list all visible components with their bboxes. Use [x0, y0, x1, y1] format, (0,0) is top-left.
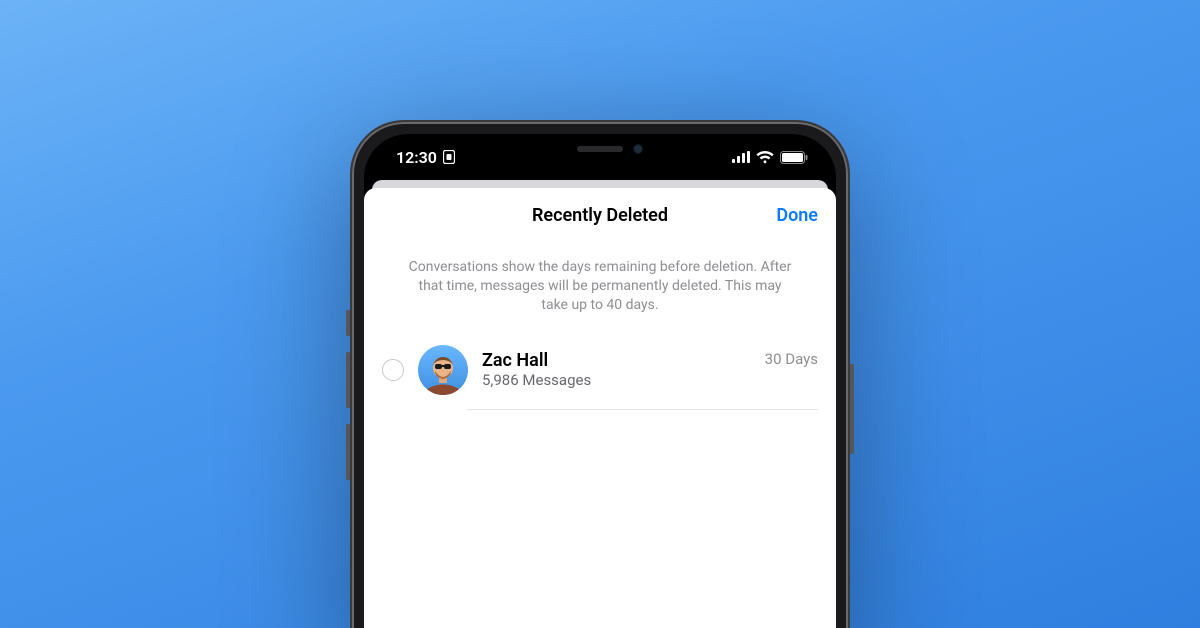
phone-mockup: 12:30 Recently — [350, 120, 850, 628]
sim-card-icon — [443, 150, 455, 164]
explanation-text: Conversations show the days remaining be… — [364, 242, 836, 339]
phone-frame: 12:30 Recently — [350, 120, 850, 628]
volume-down-button — [346, 424, 350, 480]
cell-signal-icon — [732, 151, 750, 163]
sheet-header: Recently Deleted Done — [364, 188, 836, 242]
volume-up-button — [346, 352, 350, 408]
notch — [515, 134, 685, 164]
row-divider — [466, 409, 818, 410]
wifi-icon — [756, 151, 774, 164]
power-button — [850, 364, 854, 454]
conversation-name: Zac Hall — [482, 350, 591, 372]
selection-circle[interactable] — [382, 359, 404, 381]
conversation-subtitle: 5,986 Messages — [482, 371, 591, 389]
front-camera — [633, 144, 643, 154]
done-button-label: Done — [776, 205, 818, 226]
avatar-image — [418, 345, 468, 395]
recently-deleted-sheet: Recently Deleted Done Conversations show… — [364, 188, 836, 628]
done-button[interactable]: Done — [776, 188, 818, 242]
phone-screen: 12:30 Recently — [364, 134, 836, 628]
days-remaining: 30 Days — [755, 350, 818, 368]
sheet-title: Recently Deleted — [532, 205, 668, 226]
conversation-main: Zac Hall 5,986 Messages 30 Days — [482, 350, 818, 390]
silence-switch — [346, 310, 350, 336]
conversation-row[interactable]: Zac Hall 5,986 Messages 30 Days — [364, 339, 836, 409]
speaker-grille — [577, 146, 623, 152]
avatar — [418, 345, 468, 395]
battery-icon — [780, 151, 808, 164]
status-time: 12:30 — [396, 148, 437, 167]
